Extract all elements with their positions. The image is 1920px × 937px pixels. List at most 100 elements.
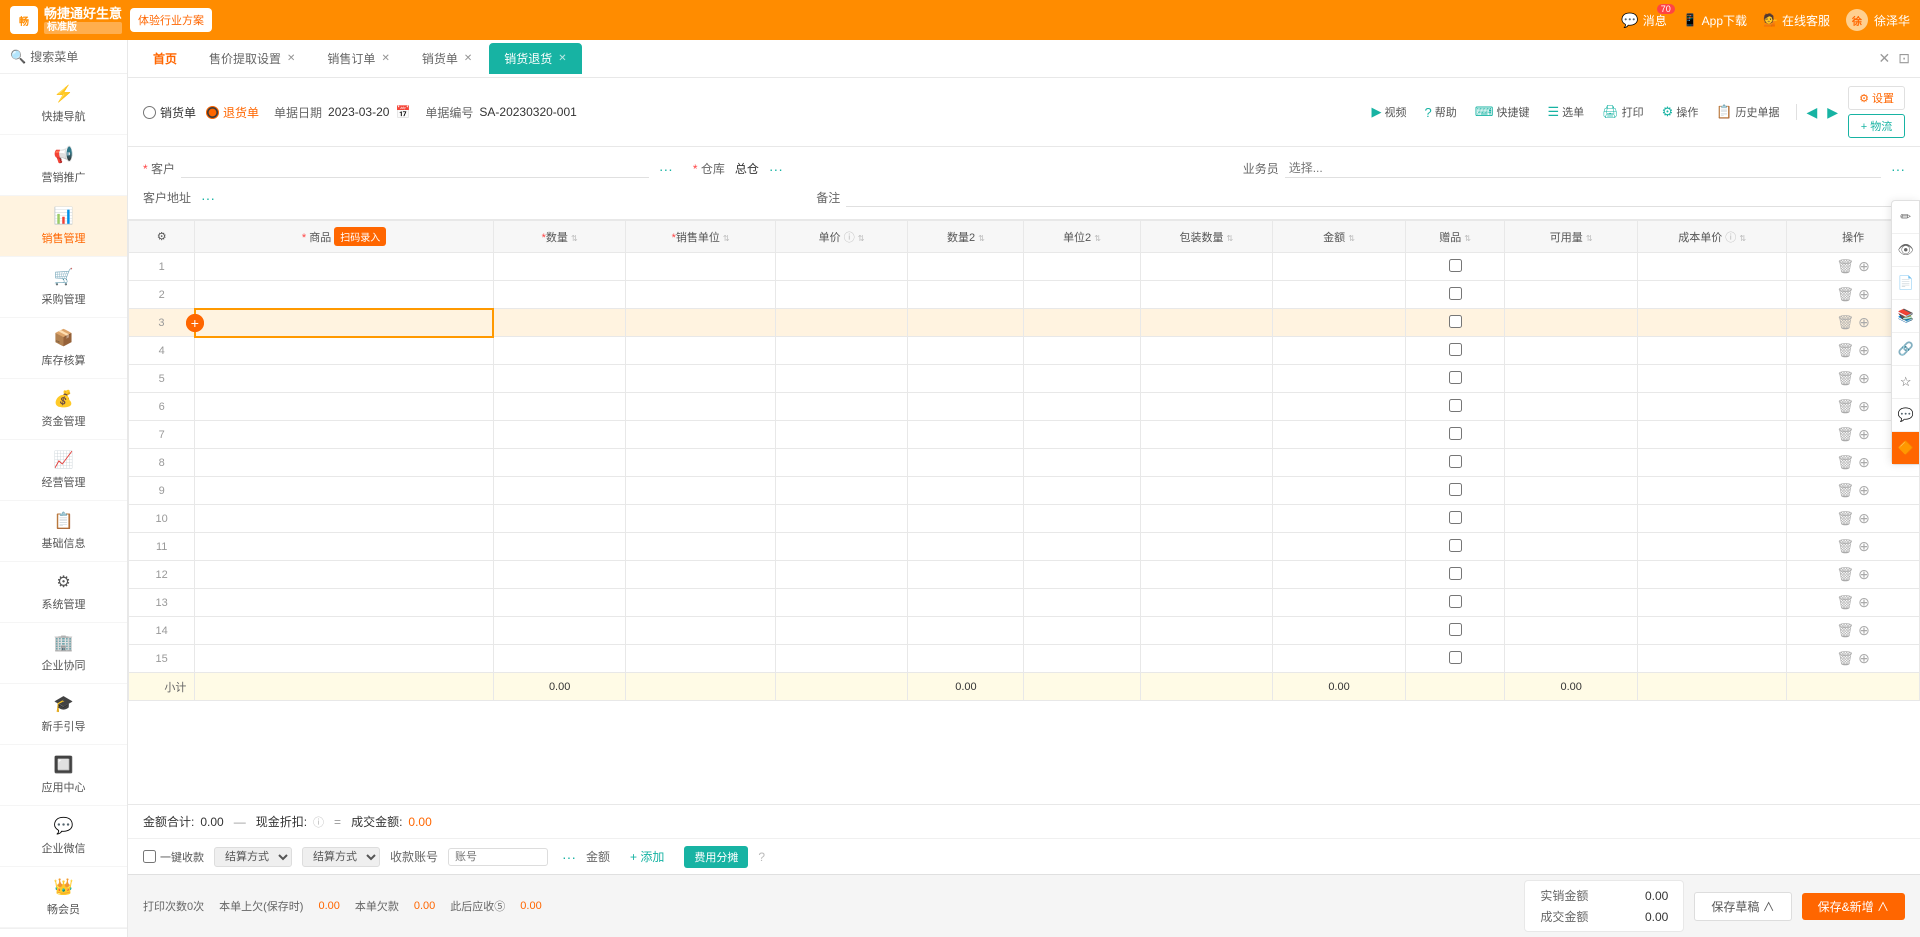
salesperson-input[interactable] xyxy=(1285,159,1881,178)
gift-cell-3[interactable] xyxy=(1405,309,1505,337)
sidebar-item-basic[interactable]: 📋 基础信息 xyxy=(0,501,127,562)
unit2-cell-1[interactable] xyxy=(1024,253,1140,281)
amount-cell-7[interactable] xyxy=(1273,421,1406,449)
available-qty-cell-10[interactable] xyxy=(1505,505,1638,533)
qty-cell-15[interactable] xyxy=(493,645,626,673)
gift-checkbox-8[interactable] xyxy=(1449,455,1462,468)
cost-price-cell-1[interactable] xyxy=(1638,253,1787,281)
radio-sales-delivery[interactable]: 销货单 xyxy=(143,104,196,121)
unit2-cell-11[interactable] xyxy=(1024,533,1140,561)
gift-cell-11[interactable] xyxy=(1405,533,1505,561)
delete-row-btn-3[interactable]: 🗑 xyxy=(1836,314,1854,331)
copy-row-btn-15[interactable]: ⊕ xyxy=(1858,650,1870,667)
expense-help-icon[interactable]: ? xyxy=(758,850,765,864)
amount-cell-10[interactable] xyxy=(1273,505,1406,533)
sales-unit-cell-6[interactable] xyxy=(626,393,775,421)
maximize-window-icon[interactable]: ⊡ xyxy=(1898,50,1910,67)
unit2-cell-12[interactable] xyxy=(1024,561,1140,589)
sales-unit-cell-7[interactable] xyxy=(626,421,775,449)
sidebar-item-inventory[interactable]: 📦 库存核算 xyxy=(0,318,127,379)
amount-cell-4[interactable] xyxy=(1273,337,1406,365)
unit2-cell-4[interactable] xyxy=(1024,337,1140,365)
sales-unit-sort-icon[interactable]: ⇅ xyxy=(723,234,730,243)
copy-row-btn-12[interactable]: ⊕ xyxy=(1858,566,1870,583)
cost-price-cell-9[interactable] xyxy=(1638,477,1787,505)
delete-row-btn-12[interactable]: 🗑 xyxy=(1836,566,1854,583)
qty2-cell-11[interactable] xyxy=(908,533,1024,561)
tab-sales-return-close[interactable]: ✕ xyxy=(558,53,566,64)
sales-unit-cell-13[interactable] xyxy=(626,589,775,617)
unit2-cell-3[interactable] xyxy=(1024,309,1140,337)
operate-btn[interactable]: ⚙ 操作 xyxy=(1656,102,1705,122)
tab-home[interactable]: 首页 xyxy=(138,43,192,74)
qty2-cell-12[interactable] xyxy=(908,561,1024,589)
available-qty-cell-1[interactable] xyxy=(1505,253,1638,281)
tab-sales-order[interactable]: 销售订单 ✕ xyxy=(312,43,404,74)
cost-price-cell-5[interactable] xyxy=(1638,365,1787,393)
delete-row-btn-14[interactable]: 🗑 xyxy=(1836,622,1854,639)
delete-row-btn-4[interactable]: 🗑 xyxy=(1836,342,1854,359)
select-btn[interactable]: ☰ 选单 xyxy=(1542,102,1591,122)
sales-unit-cell-3[interactable] xyxy=(626,309,775,337)
qty-cell-8[interactable] xyxy=(493,449,626,477)
cost-price-cell-8[interactable] xyxy=(1638,449,1787,477)
right-panel-item-active[interactable]: 🔶 xyxy=(1892,432,1919,464)
tab-sales-order-close[interactable]: ✕ xyxy=(381,53,389,64)
sales-unit-cell-5[interactable] xyxy=(626,365,775,393)
calendar-icon[interactable]: 📅 xyxy=(395,105,410,119)
qty2-sort-icon[interactable]: ⇅ xyxy=(978,234,985,243)
tab-price-setting-close[interactable]: ✕ xyxy=(287,53,295,64)
product-cell-6[interactable] xyxy=(195,393,494,421)
delete-row-btn-13[interactable]: 🗑 xyxy=(1836,594,1854,611)
unit2-cell-6[interactable] xyxy=(1024,393,1140,421)
unit-price-cell-13[interactable] xyxy=(775,589,908,617)
onepay-checkbox-label[interactable]: 一键收款 xyxy=(143,849,204,865)
available-qty-cell-13[interactable] xyxy=(1505,589,1638,617)
amount-cell-14[interactable] xyxy=(1273,617,1406,645)
account-ellipsis-btn[interactable]: ··· xyxy=(562,849,576,865)
product-cell-9[interactable] xyxy=(195,477,494,505)
available-qty-cell-7[interactable] xyxy=(1505,421,1638,449)
unit-price-cell-5[interactable] xyxy=(775,365,908,393)
history-btn[interactable]: 📋 历史单据 xyxy=(1710,102,1785,122)
qty2-cell-13[interactable] xyxy=(908,589,1024,617)
qty2-cell-3[interactable] xyxy=(908,309,1024,337)
sidebar-item-purchase[interactable]: 🛒 采购管理 xyxy=(0,257,127,318)
pkg-qty-cell-13[interactable] xyxy=(1140,589,1273,617)
gift-checkbox-3[interactable] xyxy=(1449,315,1462,328)
sidebar-item-finance[interactable]: 💰 资金管理 xyxy=(0,379,127,440)
delete-row-btn-7[interactable]: 🗑 xyxy=(1836,426,1854,443)
video-btn[interactable]: ▶ 视频 xyxy=(1366,102,1413,122)
delete-row-btn-2[interactable]: 🗑 xyxy=(1836,286,1854,303)
next-page-icon[interactable]: ▶ xyxy=(1827,104,1838,121)
print-btn[interactable]: 🖨 打印 xyxy=(1596,102,1650,122)
qty2-cell-15[interactable] xyxy=(908,645,1024,673)
unit-price-cell-4[interactable] xyxy=(775,337,908,365)
copy-row-btn-4[interactable]: ⊕ xyxy=(1858,342,1870,359)
unit-price-cell-14[interactable] xyxy=(775,617,908,645)
unit2-cell-7[interactable] xyxy=(1024,421,1140,449)
unit-price-cell-10[interactable] xyxy=(775,505,908,533)
discount-info-icon[interactable]: ⓘ xyxy=(313,814,324,830)
sales-unit-cell-8[interactable] xyxy=(626,449,775,477)
col-settings[interactable]: ⚙ xyxy=(129,221,195,253)
qty2-cell-2[interactable] xyxy=(908,281,1024,309)
unit-price-cell-12[interactable] xyxy=(775,561,908,589)
unit2-sort-icon[interactable]: ⇅ xyxy=(1094,234,1101,243)
qty2-cell-6[interactable] xyxy=(908,393,1024,421)
pkg-qty-cell-2[interactable] xyxy=(1140,281,1273,309)
sidebar-search-btn[interactable]: 🔍 搜索菜单 xyxy=(0,40,127,74)
sales-unit-cell-2[interactable] xyxy=(626,281,775,309)
table-settings-icon[interactable]: ⚙ xyxy=(157,231,167,243)
qty-cell-6[interactable] xyxy=(493,393,626,421)
save-draft-btn[interactable]: 保存草稿 ∧ xyxy=(1694,892,1791,921)
close-window-icon[interactable]: ✕ xyxy=(1879,50,1891,67)
available-sort-icon[interactable]: ⇅ xyxy=(1586,234,1593,243)
qty-cell-3[interactable] xyxy=(493,309,626,337)
amount-cell-8[interactable] xyxy=(1273,449,1406,477)
amount-cell-15[interactable] xyxy=(1273,645,1406,673)
qty2-cell-14[interactable] xyxy=(908,617,1024,645)
address-ellipsis-btn[interactable]: ··· xyxy=(201,190,215,206)
amount-cell-9[interactable] xyxy=(1273,477,1406,505)
tab-sales-return[interactable]: 销货退货 ✕ xyxy=(489,43,581,74)
